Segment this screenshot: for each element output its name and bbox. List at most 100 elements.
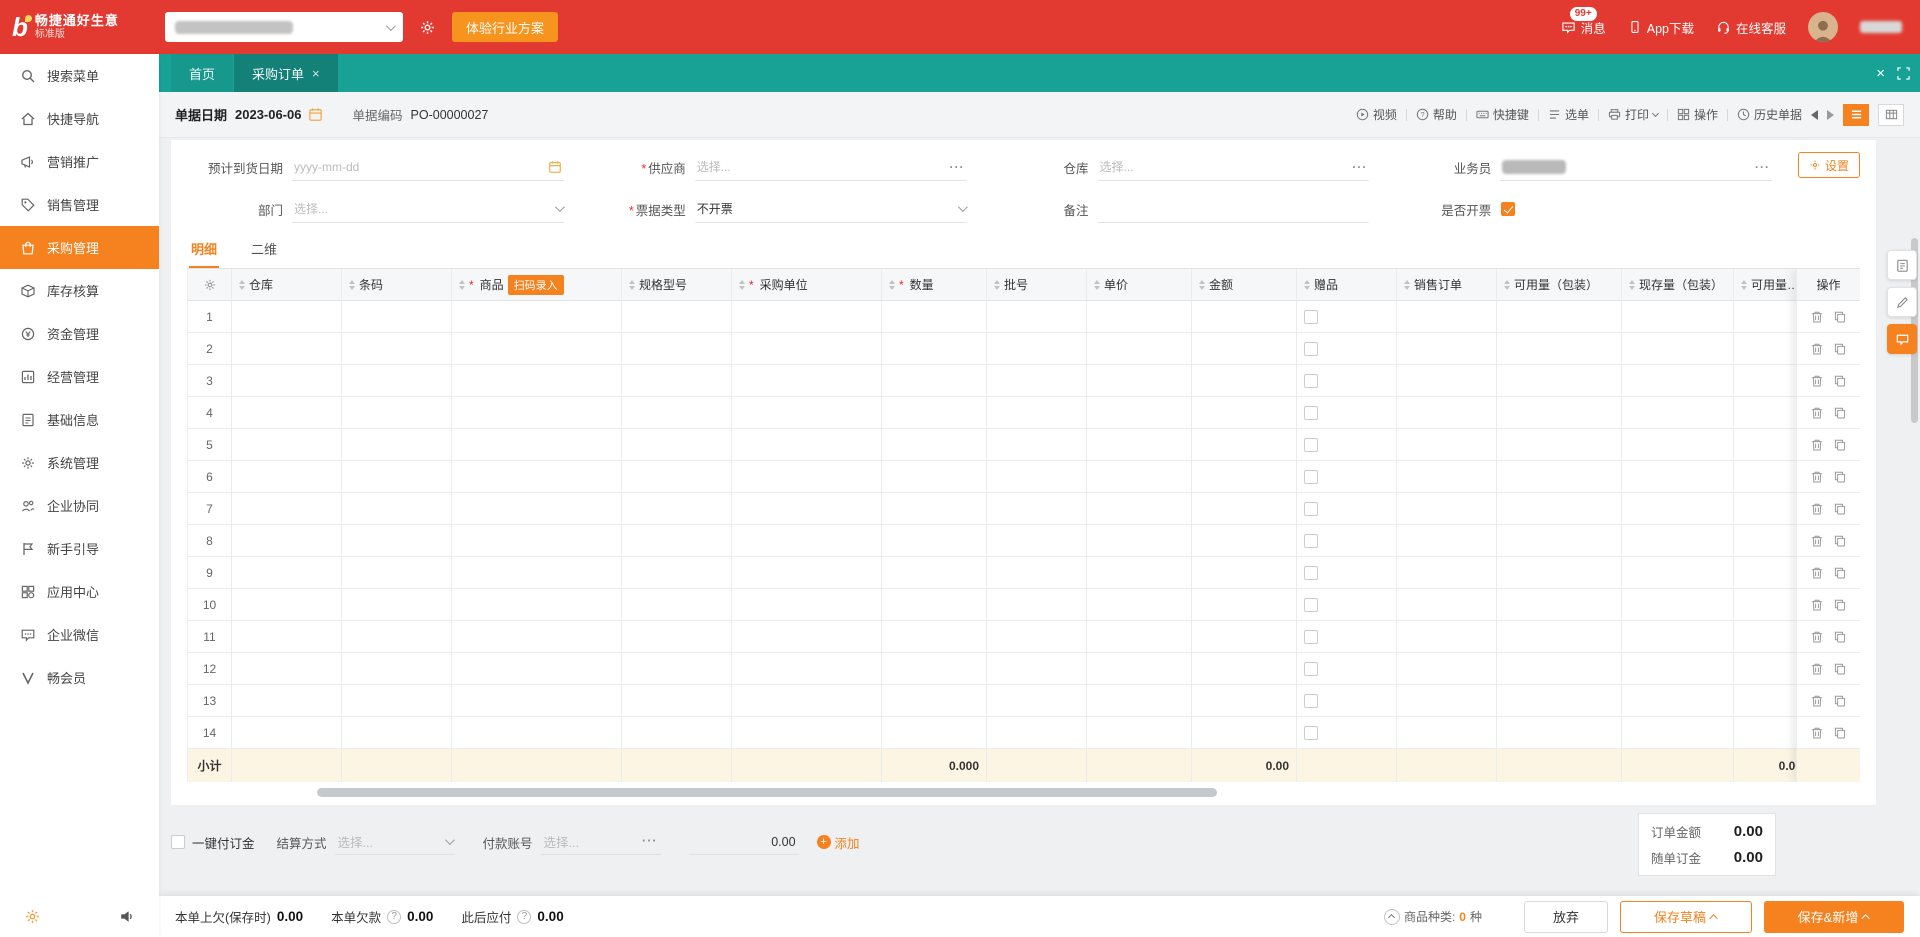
grid-cell-unit[interactable] <box>732 621 882 653</box>
grid-cell-available-pack[interactable] <box>1497 621 1622 653</box>
grid-cell-batch[interactable] <box>987 685 1087 717</box>
grid-cell-sales-order[interactable] <box>1397 461 1497 493</box>
settle-method-select[interactable]: 选择... <box>334 829 455 855</box>
grid-cell-unit[interactable] <box>732 301 882 333</box>
grid-cell-product[interactable] <box>452 301 622 333</box>
prepay-checkbox[interactable] <box>171 835 185 849</box>
grid-cell-price[interactable] <box>1087 653 1192 685</box>
copy-row-icon[interactable] <box>1833 438 1847 452</box>
list-view-button[interactable] <box>1843 103 1869 126</box>
grid-cell-warehouse[interactable] <box>232 397 342 429</box>
grid-cell-qty[interactable] <box>882 685 987 717</box>
grid-cell-unit[interactable] <box>732 493 882 525</box>
grid-cell-spec[interactable] <box>622 365 732 397</box>
grid-cell-warehouse[interactable] <box>232 429 342 461</box>
grid-cell-stock-pack[interactable] <box>1622 461 1734 493</box>
sort-icon[interactable] <box>889 279 895 290</box>
sidebar-item-inventory[interactable]: 库存核算 <box>0 269 159 312</box>
sidebar-item-marketing[interactable]: 营销推广 <box>0 140 159 183</box>
save-draft-button[interactable]: 保存草稿 <box>1620 900 1752 933</box>
grid-cell-product[interactable] <box>452 365 622 397</box>
grid-cell-warehouse[interactable] <box>232 653 342 685</box>
grid-cell-available-pack[interactable] <box>1497 717 1622 749</box>
grid-cell-unit[interactable] <box>732 589 882 621</box>
tab-2d[interactable]: 二维 <box>249 239 279 268</box>
delete-row-icon[interactable] <box>1810 470 1824 484</box>
grid-cell-amount[interactable] <box>1192 397 1297 429</box>
grid-cell-warehouse[interactable] <box>232 365 342 397</box>
grid-cell-qty[interactable] <box>882 397 987 429</box>
copy-row-icon[interactable] <box>1833 726 1847 740</box>
grid-cell-qty[interactable] <box>882 525 987 557</box>
trial-solution-button[interactable]: 体验行业方案 <box>452 12 559 42</box>
grid-cell-product[interactable] <box>452 397 622 429</box>
grid-cell-batch[interactable] <box>987 493 1087 525</box>
grid-cell-spec[interactable] <box>622 429 732 461</box>
grid-cell-qty[interactable] <box>882 493 987 525</box>
delete-row-icon[interactable] <box>1810 598 1824 612</box>
grid-cell-batch[interactable] <box>987 557 1087 589</box>
grid-cell-barcode[interactable] <box>342 557 452 589</box>
grid-cell-available-pack[interactable] <box>1497 493 1622 525</box>
grid-cell-barcode[interactable] <box>342 301 452 333</box>
video-action[interactable]: 视频 <box>1356 106 1397 123</box>
grid-cell-barcode[interactable] <box>342 621 452 653</box>
grid-cell-batch[interactable] <box>987 333 1087 365</box>
grid-cell-amount[interactable] <box>1192 685 1297 717</box>
gift-checkbox[interactable] <box>1304 373 1318 388</box>
grid-cell-price[interactable] <box>1087 429 1192 461</box>
grid-cell-qty[interactable] <box>882 429 987 461</box>
grid-cell-sales-order[interactable] <box>1397 365 1497 397</box>
grid-cell-available-pack[interactable] <box>1497 333 1622 365</box>
more-icon[interactable]: ··· <box>642 835 658 848</box>
grid-cell-price[interactable] <box>1087 557 1192 589</box>
grid-cell-product[interactable] <box>452 429 622 461</box>
print-action[interactable]: 打印 <box>1608 106 1660 123</box>
grid-cell-sales-order[interactable] <box>1397 717 1497 749</box>
grid-cell-stock-pack[interactable] <box>1622 621 1734 653</box>
help-tip-icon[interactable]: ? <box>517 909 532 924</box>
grid-cell-barcode[interactable] <box>342 685 452 717</box>
copy-row-icon[interactable] <box>1833 566 1847 580</box>
grid-cell-product[interactable] <box>452 557 622 589</box>
delete-row-icon[interactable] <box>1810 534 1824 548</box>
copy-row-icon[interactable] <box>1833 406 1847 420</box>
grid-cell-qty[interactable] <box>882 717 987 749</box>
grid-cell-batch[interactable] <box>987 429 1087 461</box>
grid-cell-warehouse[interactable] <box>232 493 342 525</box>
sidebar-item-app-center[interactable]: 应用中心 <box>0 570 159 613</box>
grid-cell-barcode[interactable] <box>342 461 452 493</box>
grid-cell-available-pack[interactable] <box>1497 365 1622 397</box>
grid-cell-warehouse[interactable] <box>232 685 342 717</box>
copy-row-icon[interactable] <box>1833 662 1847 676</box>
grid-cell-barcode[interactable] <box>342 365 452 397</box>
pay-account-select[interactable]: 选择... ··· <box>540 829 661 855</box>
org-selector[interactable] <box>165 12 403 42</box>
sidebar-item-operation[interactable]: 经营管理 <box>0 355 159 398</box>
department-select[interactable]: 选择... <box>292 195 565 223</box>
grid-cell-sales-order[interactable] <box>1397 493 1497 525</box>
grid-cell-barcode[interactable] <box>342 429 452 461</box>
grid-cell-batch[interactable] <box>987 653 1087 685</box>
next-doc-icon[interactable] <box>1827 109 1834 120</box>
grid-cell-spec[interactable] <box>622 685 732 717</box>
grid-cell-stock-pack[interactable] <box>1622 301 1734 333</box>
remark-input[interactable] <box>1097 195 1370 223</box>
grid-cell-qty[interactable] <box>882 301 987 333</box>
grid-cell-amount[interactable] <box>1192 621 1297 653</box>
grid-cell-unit[interactable] <box>732 685 882 717</box>
grid-cell-amount[interactable] <box>1192 301 1297 333</box>
online-service-button[interactable]: 在线客服 <box>1716 18 1786 37</box>
grid-cell-unit[interactable] <box>732 365 882 397</box>
grid-cell-warehouse[interactable] <box>232 461 342 493</box>
grid-cell-available-pack[interactable] <box>1497 589 1622 621</box>
delete-row-icon[interactable] <box>1810 438 1824 452</box>
grid-cell-amount[interactable] <box>1192 557 1297 589</box>
grid-cell-qty[interactable] <box>882 557 987 589</box>
delete-row-icon[interactable] <box>1810 310 1824 324</box>
help-tip-icon[interactable]: ? <box>387 909 402 924</box>
grid-cell-available-pack[interactable] <box>1497 525 1622 557</box>
grid-cell-spec[interactable] <box>622 525 732 557</box>
sort-icon[interactable] <box>629 279 635 290</box>
sort-icon[interactable] <box>349 279 355 290</box>
